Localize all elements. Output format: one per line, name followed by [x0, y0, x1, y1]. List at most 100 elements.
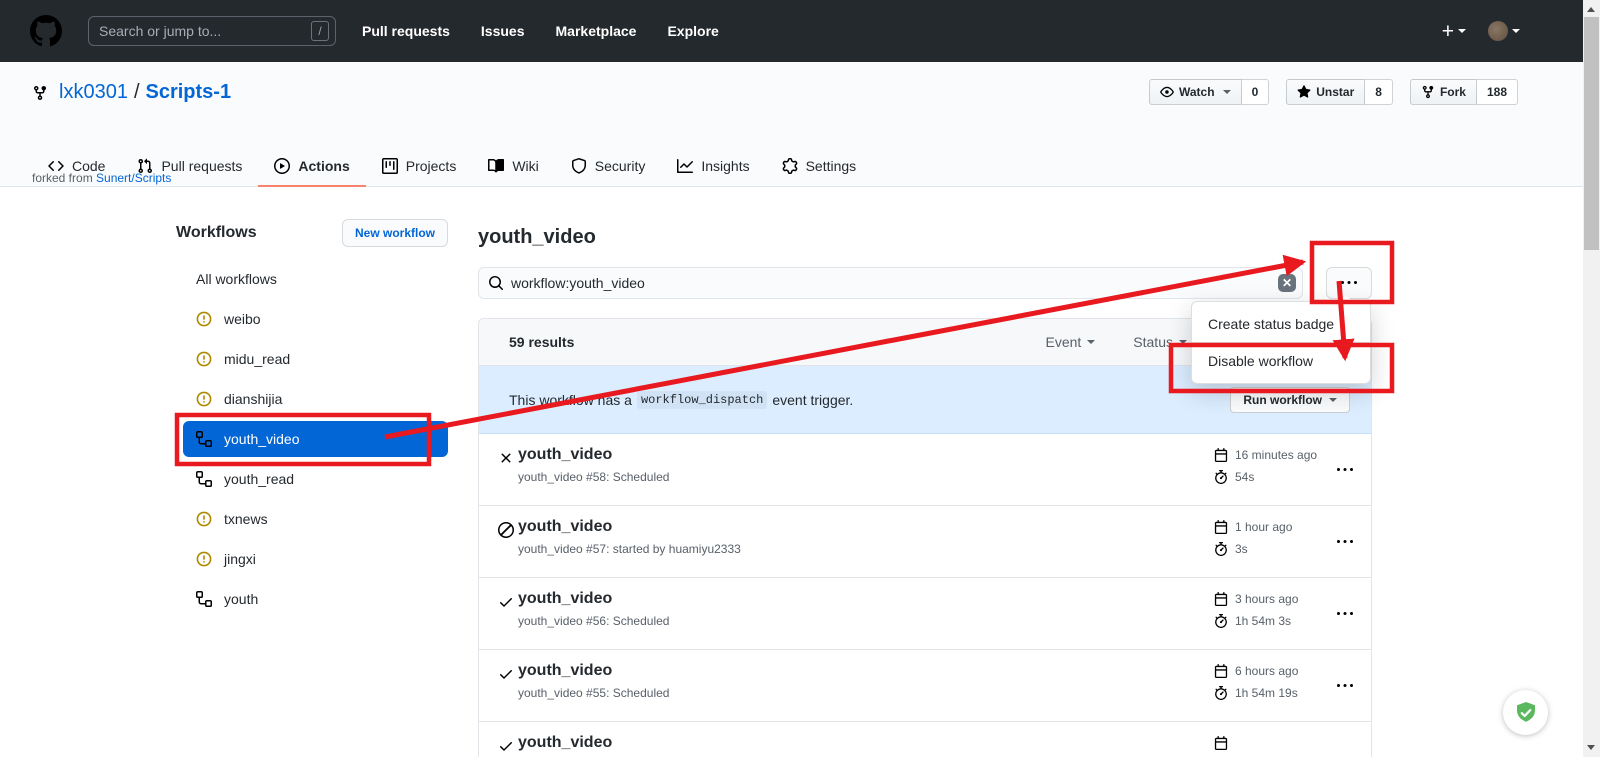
repo-owner-link[interactable]: lxk0301 [59, 81, 128, 104]
watch-count[interactable]: 0 [1242, 79, 1270, 105]
clear-filter-button[interactable]: ✕ [1278, 274, 1296, 292]
page-scrollbar[interactable] [1583, 0, 1600, 757]
repo-action-buttons: Watch 0 Unstar 8 Fork 188 [1149, 79, 1518, 105]
sidebar-item-jingxi[interactable]: jingxi [176, 539, 448, 579]
calendar-icon [1214, 448, 1228, 462]
workflows-header: Workflows New workflow [176, 213, 448, 253]
green-shield-check-icon [1514, 701, 1538, 725]
workflow-page-title: youth_video [478, 226, 1372, 249]
unstar-button[interactable]: Unstar [1286, 79, 1365, 105]
fork-button[interactable]: Fork [1410, 79, 1477, 105]
repo-name-link[interactable]: Scripts-1 [146, 81, 232, 104]
run-duration: 54s [1235, 470, 1254, 484]
watch-button[interactable]: Watch [1149, 79, 1242, 105]
run-time: 3 hours ago [1235, 592, 1298, 606]
nav-link-issues[interactable]: Issues [481, 23, 525, 39]
fork-group: Fork 188 [1410, 79, 1518, 105]
tab-pull-requests[interactable]: Pull requests [121, 145, 258, 187]
repo-tabs: Code Pull requests Actions Projects Wiki… [32, 145, 872, 187]
run-subtitle: youth_video #56: Scheduled [518, 614, 669, 628]
workflow-item-label: youth_video [224, 431, 300, 447]
failed-icon [498, 450, 514, 466]
tab-label: Pull requests [161, 158, 242, 174]
workflow-icon [196, 471, 212, 487]
create-new-caret-icon[interactable] [1458, 29, 1466, 33]
nav-link-pull-requests[interactable]: Pull requests [362, 23, 450, 39]
repo-separator: / [134, 81, 140, 104]
sidebar-item-midu-read[interactable]: midu_read [176, 339, 448, 379]
star-count[interactable]: 8 [1365, 79, 1393, 105]
calendar-icon [1214, 664, 1228, 678]
repo-header: lxk0301 / Scripts-1 forked from Sunert/S… [0, 62, 1583, 187]
run-title-link[interactable]: youth_video [518, 518, 741, 536]
run-time: 1 hour ago [1235, 520, 1292, 534]
tab-wiki[interactable]: Wiki [472, 145, 554, 187]
tab-actions[interactable]: Actions [258, 145, 365, 187]
run-options-kebab-icon[interactable] [1337, 534, 1353, 550]
workflow-list: All workflows weibo midu_read dianshijia… [176, 259, 448, 619]
star-group: Unstar 8 [1286, 79, 1393, 105]
run-options-kebab-icon[interactable] [1337, 462, 1353, 478]
run-titles: youth_video [518, 734, 612, 757]
run-subtitle: youth_video #55: Scheduled [518, 686, 669, 700]
run-workflow-button[interactable]: Run workflow [1230, 387, 1350, 413]
runs-filter-input[interactable] [478, 267, 1303, 299]
shield-icon [571, 158, 587, 174]
tab-code[interactable]: Code [32, 145, 121, 187]
fork-count[interactable]: 188 [1477, 79, 1518, 105]
menu-item-disable-workflow[interactable]: Disable workflow [1192, 342, 1370, 379]
run-row: youth_video youth_video #56: Scheduled 3… [479, 578, 1371, 650]
run-titles: youth_video youth_video #58: Scheduled [518, 446, 669, 484]
workflows-title: Workflows [176, 224, 257, 242]
scrollbar-thumb[interactable] [1584, 17, 1599, 250]
run-duration: 1h 54m 3s [1235, 614, 1291, 628]
user-menu-caret-icon[interactable] [1512, 29, 1520, 33]
tab-label: Security [595, 158, 646, 174]
scrollbar-up-arrow-icon[interactable] [1587, 7, 1595, 12]
create-new-icon[interactable]: + [1442, 21, 1454, 42]
search-icon [488, 275, 504, 291]
adguard-shield-button[interactable] [1503, 690, 1548, 735]
run-titles: youth_video youth_video #57: started by … [518, 518, 741, 556]
github-logo-icon[interactable] [30, 15, 62, 47]
sidebar-item-all-workflows[interactable]: All workflows [176, 259, 448, 299]
run-options-kebab-icon[interactable] [1337, 678, 1353, 694]
scrollbar-down-arrow-icon[interactable] [1587, 745, 1595, 750]
sidebar-item-youth[interactable]: youth [176, 579, 448, 619]
run-title-link[interactable]: youth_video [518, 590, 669, 608]
run-title-link[interactable]: youth_video [518, 734, 612, 752]
star-icon [1297, 85, 1311, 99]
success-icon [498, 594, 514, 610]
run-options-kebab-icon[interactable] [1337, 606, 1353, 622]
stopwatch-icon [1214, 542, 1228, 556]
status-filter-label: Status [1133, 334, 1173, 350]
sidebar-item-weibo[interactable]: weibo [176, 299, 448, 339]
fork-label: Fork [1440, 85, 1466, 99]
run-subtitle: youth_video #58: Scheduled [518, 470, 669, 484]
menu-item-create-status-badge[interactable]: Create status badge [1192, 306, 1370, 342]
tab-security[interactable]: Security [555, 145, 662, 187]
event-filter-dropdown[interactable]: Event [1045, 334, 1095, 350]
sidebar-item-youth-read[interactable]: youth_read [176, 459, 448, 499]
user-avatar[interactable] [1488, 21, 1508, 41]
run-title-link[interactable]: youth_video [518, 446, 669, 464]
run-time: 6 hours ago [1235, 664, 1298, 678]
sidebar-item-dianshijia[interactable]: dianshijia [176, 379, 448, 419]
watch-group: Watch 0 [1149, 79, 1269, 105]
run-title-link[interactable]: youth_video [518, 662, 669, 680]
global-search: / [88, 16, 336, 46]
nav-link-marketplace[interactable]: Marketplace [556, 23, 637, 39]
run-row: youth_video youth_video #58: Scheduled 1… [479, 434, 1371, 506]
results-count: 59 results [509, 334, 574, 350]
global-search-input[interactable] [88, 16, 336, 46]
new-workflow-button[interactable]: New workflow [342, 219, 448, 247]
nav-link-explore[interactable]: Explore [667, 23, 718, 39]
sidebar-item-txnews[interactable]: txnews [176, 499, 448, 539]
run-meta [1214, 735, 1235, 757]
status-filter-dropdown[interactable]: Status [1133, 334, 1187, 350]
tab-projects[interactable]: Projects [366, 145, 473, 187]
tab-settings[interactable]: Settings [766, 145, 873, 187]
sidebar-item-youth-video[interactable]: youth_video [183, 421, 448, 457]
tab-insights[interactable]: Insights [661, 145, 765, 187]
chevron-down-icon [1087, 340, 1095, 344]
